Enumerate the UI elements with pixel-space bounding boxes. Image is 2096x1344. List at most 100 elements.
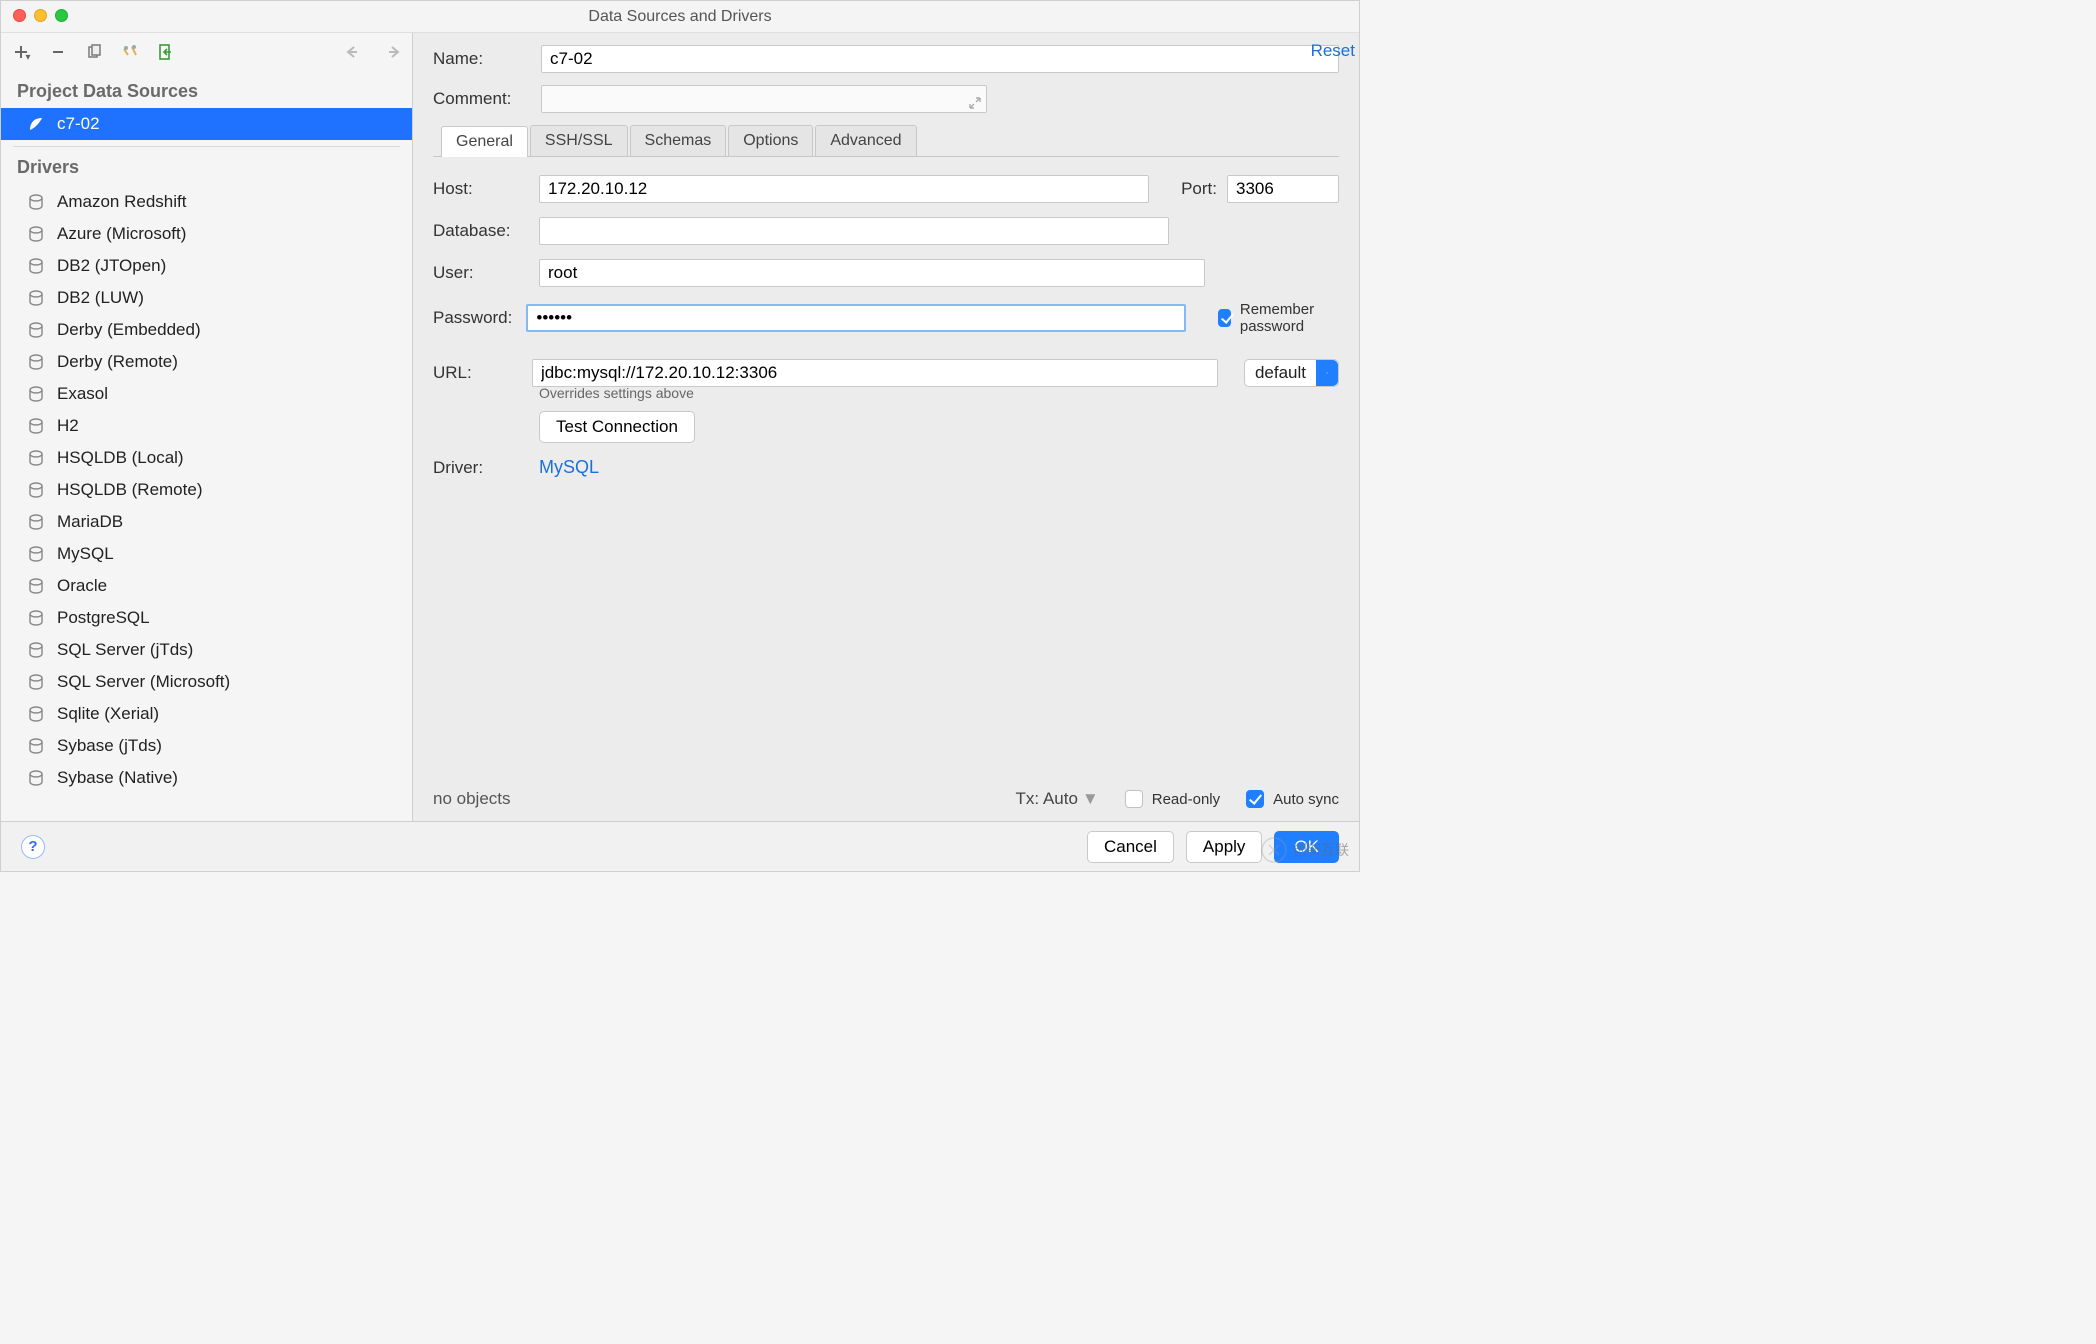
tab-ssh-ssl[interactable]: SSH/SSL (530, 125, 628, 156)
database-driver-icon (25, 641, 47, 659)
comment-input[interactable] (541, 85, 987, 113)
data-sources-dialog: Data Sources and Drivers ▾ (0, 0, 1360, 872)
database-driver-icon (25, 481, 47, 499)
driver-item[interactable]: Exasol (1, 378, 412, 410)
test-connection-button[interactable]: Test Connection (539, 411, 695, 443)
cancel-button[interactable]: Cancel (1087, 831, 1174, 863)
import-icon[interactable] (155, 41, 177, 63)
database-driver-icon (25, 449, 47, 467)
remove-icon[interactable] (47, 41, 69, 63)
window-controls (13, 9, 68, 22)
database-driver-icon (25, 513, 47, 531)
driver-item[interactable]: PostgreSQL (1, 602, 412, 634)
driver-label: Sybase (Native) (57, 768, 178, 788)
general-tab-content: Host: Port: Database: User: Passw (413, 157, 1359, 492)
database-driver-icon (25, 609, 47, 627)
status-bar: no objects Tx: Auto ▼ Read-only Auto s (433, 787, 1339, 811)
url-mode-value: default (1245, 363, 1316, 383)
undo-arrow-icon[interactable] (344, 41, 366, 63)
add-icon[interactable]: ▾ (11, 41, 33, 63)
database-driver-icon (25, 257, 47, 275)
driver-label: Derby (Remote) (57, 352, 178, 372)
url-mode-select[interactable]: default (1244, 359, 1339, 387)
settings-icon[interactable] (119, 41, 141, 63)
driver-item[interactable]: HSQLDB (Local) (1, 442, 412, 474)
minimize-window-button[interactable] (34, 9, 47, 22)
database-driver-icon (25, 673, 47, 691)
tab-general[interactable]: General (441, 126, 528, 157)
data-source-item[interactable]: c7-02 (1, 108, 412, 140)
chevron-down-icon: ▼ (1082, 789, 1099, 809)
port-input[interactable] (1227, 175, 1339, 203)
driver-item[interactable]: Sqlite (Xerial) (1, 698, 412, 730)
driver-item[interactable]: MySQL (1, 538, 412, 570)
driver-item[interactable]: Amazon Redshift (1, 186, 412, 218)
tab-advanced[interactable]: Advanced (815, 125, 916, 156)
driver-label: SQL Server (jTds) (57, 640, 193, 660)
driver-item[interactable]: MariaDB (1, 506, 412, 538)
driver-item[interactable]: Sybase (Native) (1, 762, 412, 794)
user-input[interactable] (539, 259, 1205, 287)
driver-label: Sybase (jTds) (57, 736, 162, 756)
comment-label: Comment: (433, 89, 533, 109)
name-label: Name: (433, 49, 533, 69)
project-data-sources-header: Project Data Sources (1, 71, 412, 108)
database-driver-icon (25, 289, 47, 307)
tx-mode-dropdown[interactable]: Tx: Auto ▼ (1016, 789, 1099, 809)
database-label: Database: (433, 221, 525, 241)
window-title: Data Sources and Drivers (588, 8, 771, 26)
driver-label: MySQL (57, 544, 114, 564)
driver-item[interactable]: SQL Server (Microsoft) (1, 666, 412, 698)
copy-icon[interactable] (83, 41, 105, 63)
driver-item[interactable]: Derby (Embedded) (1, 314, 412, 346)
driver-label: Driver: (433, 458, 525, 478)
driver-item[interactable]: SQL Server (jTds) (1, 634, 412, 666)
password-label: Password: (433, 308, 512, 328)
url-hint: Overrides settings above (539, 385, 1339, 401)
database-driver-icon (25, 193, 47, 211)
driver-item[interactable]: DB2 (LUW) (1, 282, 412, 314)
help-icon[interactable]: ? (21, 835, 45, 859)
reset-link[interactable]: Reset (1311, 41, 1355, 61)
tab-schemas[interactable]: Schemas (630, 125, 727, 156)
dialog-footer: ? Cancel Apply OK (1, 821, 1359, 871)
read-only-checkbox[interactable]: Read-only (1121, 787, 1220, 811)
port-label: Port: (1181, 179, 1217, 199)
driver-item[interactable]: Sybase (jTds) (1, 730, 412, 762)
driver-item[interactable]: DB2 (JTOpen) (1, 250, 412, 282)
driver-item[interactable]: H2 (1, 410, 412, 442)
sidebar: ▾ (1, 33, 413, 821)
no-objects-label: no objects (433, 789, 511, 809)
sidebar-toolbar: ▾ (1, 33, 412, 71)
driver-item[interactable]: Azure (Microsoft) (1, 218, 412, 250)
database-input[interactable] (539, 217, 1169, 245)
driver-label: PostgreSQL (57, 608, 150, 628)
remember-password-checkbox[interactable]: Remember password (1214, 301, 1339, 335)
driver-label: Oracle (57, 576, 107, 596)
expand-icon[interactable] (968, 96, 982, 110)
tab-options[interactable]: Options (728, 125, 813, 156)
database-driver-icon (25, 385, 47, 403)
database-driver-icon (25, 225, 47, 243)
driver-item[interactable]: Derby (Remote) (1, 346, 412, 378)
driver-item[interactable]: Oracle (1, 570, 412, 602)
database-driver-icon (25, 737, 47, 755)
driver-label: SQL Server (Microsoft) (57, 672, 230, 692)
ok-button[interactable]: OK (1274, 831, 1339, 863)
password-input[interactable] (526, 304, 1185, 332)
zoom-window-button[interactable] (55, 9, 68, 22)
apply-button[interactable]: Apply (1186, 831, 1263, 863)
host-label: Host: (433, 179, 525, 199)
close-window-button[interactable] (13, 9, 26, 22)
remember-password-label: Remember password (1240, 301, 1339, 335)
data-source-label: c7-02 (57, 114, 100, 134)
driver-label: HSQLDB (Remote) (57, 480, 202, 500)
redo-arrow-icon[interactable] (380, 41, 402, 63)
host-input[interactable] (539, 175, 1149, 203)
auto-sync-checkbox[interactable]: Auto sync (1242, 787, 1339, 811)
driver-item[interactable]: HSQLDB (Remote) (1, 474, 412, 506)
url-input[interactable] (532, 359, 1218, 387)
driver-link[interactable]: MySQL (539, 457, 599, 478)
name-input[interactable] (541, 45, 1339, 73)
database-driver-icon (25, 321, 47, 339)
